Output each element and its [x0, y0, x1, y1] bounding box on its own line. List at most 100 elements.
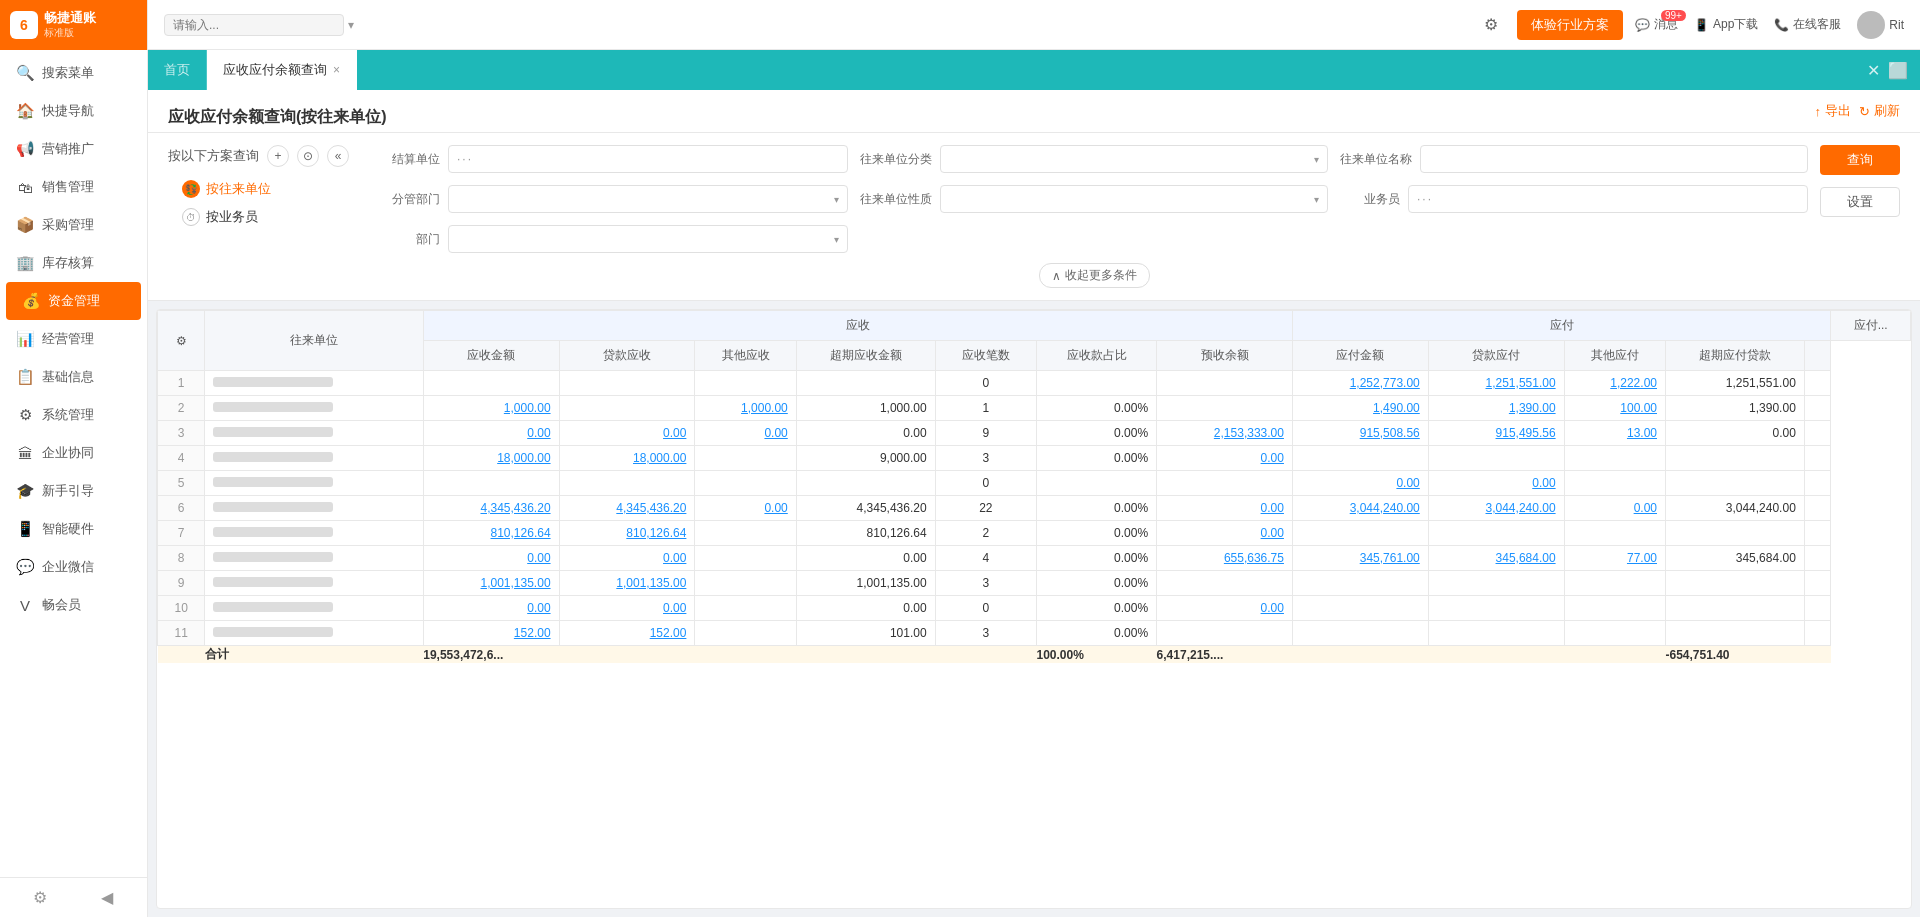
sub-dept-label: 部门 — [380, 231, 440, 248]
partner-nature-input[interactable]: ▾ — [940, 185, 1328, 213]
close-window-icon[interactable]: ✕ — [1867, 61, 1880, 80]
scheme-salesman-label: 按业务员 — [206, 208, 258, 226]
table-container[interactable]: ⚙ 往来单位 应收 应付 应付... 应收金额 贷款应收 其他应收 超期应收金额… — [156, 309, 1912, 909]
loan-payable-header: 贷款应付 — [1428, 341, 1564, 371]
page-actions: ↑ 导出 ↻ 刷新 — [1815, 102, 1901, 132]
chevron-down-icon: ▾ — [1314, 194, 1319, 205]
online-service-btn[interactable]: 📞 在线客服 — [1774, 16, 1841, 33]
sidebar-item-sales[interactable]: 🛍 销售管理 — [0, 168, 147, 206]
maximize-icon[interactable]: ⬜ — [1888, 61, 1908, 80]
filter-scheme-by-salesman[interactable]: ⏱ 按业务员 — [176, 205, 368, 229]
partner-name — [205, 371, 423, 396]
collapse-icon: ∧ — [1052, 269, 1061, 283]
partner-name — [205, 421, 423, 446]
sidebar-item-newbie[interactable]: 🎓 新手引导 — [0, 472, 147, 510]
marketing-icon: 📢 — [16, 140, 34, 158]
sidebar-item-label: 快捷导航 — [42, 102, 94, 120]
sidebar-item-label: 搜索菜单 — [42, 64, 94, 82]
chevron-down-icon: ▾ — [1314, 154, 1319, 165]
filter-row-sub-dept: 部门 ▾ — [380, 225, 848, 253]
filter-collapse-btn[interactable]: « — [327, 145, 349, 167]
partner-name-input[interactable] — [1420, 145, 1808, 173]
sidebar-item-label: 系统管理 — [42, 406, 94, 424]
settings-button[interactable]: 设置 — [1820, 187, 1900, 217]
sidebar-item-marketing[interactable]: 📢 营销推广 — [0, 130, 147, 168]
footer-row: 合计 19,553,472,6... 100.00% 6,417,215.... — [158, 646, 1911, 664]
table-row: 5 0 0.00 0.00 — [158, 471, 1911, 496]
partner-category-input[interactable]: ▾ — [940, 145, 1328, 173]
partner-name — [205, 471, 423, 496]
tab-close-icon[interactable]: × — [333, 63, 340, 77]
filter-scheme-by-unit[interactable]: 💱 按往来单位 — [176, 177, 368, 201]
tab-home[interactable]: 首页 — [148, 50, 207, 90]
settlement-label: 结算单位 — [380, 151, 440, 168]
tab-receivable[interactable]: 应收应付余额查询 × — [207, 50, 357, 90]
sidebar-item-basic[interactable]: 📋 基础信息 — [0, 358, 147, 396]
row-num: 10 — [158, 596, 205, 621]
salesman-input[interactable]: ··· — [1408, 185, 1808, 213]
filter-row-dept: 分管部门 ▾ — [380, 185, 848, 213]
sidebar-collapse-btn[interactable]: ◀‌‌ — [78, 888, 138, 907]
sidebar-item-enterprise[interactable]: 🏛 企业协同 — [0, 434, 147, 472]
message-btn[interactable]: 💬 消息 99+ — [1635, 16, 1678, 33]
export-button[interactable]: ↑ 导出 — [1815, 102, 1852, 120]
sidebar-item-member[interactable]: V 畅会员 — [0, 586, 147, 624]
content: 应收应付余额查询(按往来单位) ↑ 导出 ↻ 刷新 — [148, 90, 1920, 917]
row-num: 9 — [158, 571, 205, 596]
sidebar-item-search[interactable]: 🔍 搜索菜单 — [0, 54, 147, 92]
sidebar-item-label: 采购管理 — [42, 216, 94, 234]
settlement-input[interactable]: ··· — [448, 145, 848, 173]
dept-label: 分管部门 — [380, 191, 440, 208]
sidebar-item-purchase[interactable]: 📦 采购管理 — [0, 206, 147, 244]
message-icon: 💬 — [1635, 18, 1650, 32]
row-num: 11 — [158, 621, 205, 646]
query-button[interactable]: 查询 — [1820, 145, 1900, 175]
table-row: 1 0 1,252,773.00 1,251,551.00 1,222.00 1… — [158, 371, 1911, 396]
filter-collapse-button[interactable]: ∧ 收起更多条件 — [1039, 263, 1150, 288]
partner-name — [205, 571, 423, 596]
user-area[interactable]: Rit — [1857, 11, 1904, 39]
overdue-receivable-header: 超期应收金额 — [796, 341, 935, 371]
export-label: 导出 — [1825, 102, 1851, 120]
message-badge: 99+ — [1661, 10, 1686, 21]
sidebar-logo: 6 畅捷通账 标准版 — [0, 0, 147, 50]
scheme-unit-label: 按往来单位 — [206, 180, 271, 198]
filter-add-btn[interactable]: + — [267, 145, 289, 167]
sidebar-item-operation[interactable]: 📊 经营管理 — [0, 320, 147, 358]
receivable-ratio-header: 应收款占比 — [1037, 341, 1157, 371]
chevron-down-icon: ▾ — [348, 18, 354, 32]
basic-icon: 📋 — [16, 368, 34, 386]
breadcrumb-input[interactable] — [164, 14, 344, 36]
filter-settings-btn[interactable]: ⊙ — [297, 145, 319, 167]
sidebar-item-wechat[interactable]: 💬 企业微信 — [0, 548, 147, 586]
gear-header[interactable]: ⚙ — [158, 311, 205, 371]
sidebar-item-quick-nav[interactable]: 🏠 快捷导航 — [0, 92, 147, 130]
topbar-gear-btn[interactable]: ⚙ — [1477, 11, 1505, 39]
collapse-label: 收起更多条件 — [1065, 267, 1137, 284]
promo-button[interactable]: 体验行业方案 — [1517, 10, 1623, 40]
partner-name — [205, 521, 423, 546]
sidebar-item-label: 库存核算 — [42, 254, 94, 272]
logo-text: 畅捷通账 — [44, 10, 96, 26]
filter-collapse: ∧ 收起更多条件 — [380, 263, 1808, 288]
settlement-dots: ··· — [457, 152, 473, 166]
filter-schemes: 💱 按往来单位 ⏱ 按业务员 — [168, 177, 368, 229]
sidebar-item-system[interactable]: ⚙ 系统管理 — [0, 396, 147, 434]
sidebar-item-finance[interactable]: 💰 资金管理 — [6, 282, 141, 320]
sidebar-settings-btn[interactable]: ⚙ — [10, 888, 70, 907]
app-download-btn[interactable]: 📱 App下载 — [1694, 16, 1758, 33]
partner-category-label: 往来单位分类 — [860, 151, 932, 168]
refresh-button[interactable]: ↻ 刷新 — [1859, 102, 1900, 120]
sidebar-item-label: 畅会员 — [42, 596, 81, 614]
sales-icon: 🛍 — [16, 179, 34, 196]
sidebar-item-smart[interactable]: 📱 智能硬件 — [0, 510, 147, 548]
sidebar-item-label: 销售管理 — [42, 178, 94, 196]
sub-dept-input[interactable]: ▾ — [448, 225, 848, 253]
table-row: 3 0.00 0.00 0.00 0.00 9 0.00% 2,153,333.… — [158, 421, 1911, 446]
dept-input[interactable]: ▾ — [448, 185, 848, 213]
partner-nature-label: 往来单位性质 — [860, 191, 932, 208]
sidebar-item-inventory[interactable]: 🏢 库存核算 — [0, 244, 147, 282]
refresh-label: 刷新 — [1874, 102, 1900, 120]
overdue-payable-header: 超期应付贷款 — [1665, 341, 1804, 371]
sidebar-item-label: 经营管理 — [42, 330, 94, 348]
